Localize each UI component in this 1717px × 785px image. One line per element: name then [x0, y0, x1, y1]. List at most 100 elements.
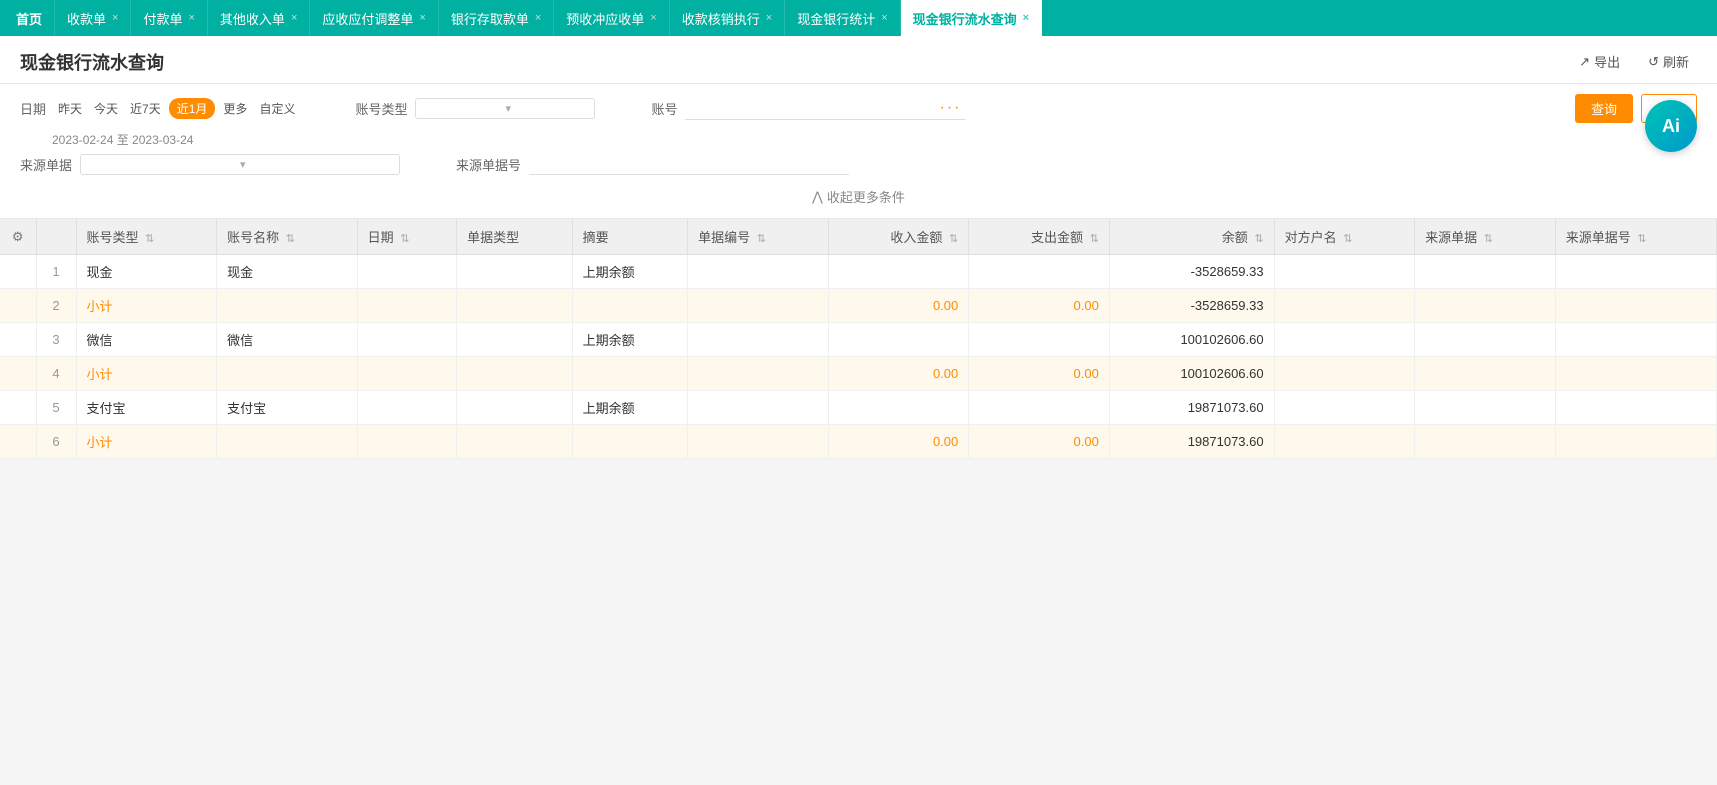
yesterday-btn[interactable]: 昨天: [54, 98, 86, 119]
source-doc-filter-group: 来源单据 ▾: [20, 154, 400, 175]
source-doc-chevron-icon: ▾: [240, 158, 391, 171]
td-doc-type: [457, 425, 573, 459]
filter-area: 日期 昨天 今天 近7天 近1月 更多 自定义 账号类型 ▾ 账号 ···: [0, 84, 1717, 219]
nav-item-tongji[interactable]: 现金银行统计 ×: [785, 0, 900, 36]
nav-item-shoukuan[interactable]: 收款单 ×: [55, 0, 131, 36]
td-doc-num: [688, 425, 829, 459]
td-expense: [969, 391, 1110, 425]
collapse-button[interactable]: ⋀ 收起更多条件: [812, 187, 905, 206]
nav-item-hexiao[interactable]: 收款核销执行 ×: [670, 0, 785, 36]
last1month-btn[interactable]: 近1月: [169, 98, 216, 119]
td-account-name: [217, 289, 358, 323]
table-header-row: ⚙ 账号类型 ⇅ 账号名称 ⇅ 日期 ⇅ 单据类型 摘要 单据编号 ⇅ 收入金额…: [0, 219, 1717, 255]
sort-icon: ⇅: [286, 233, 295, 245]
th-account-name[interactable]: 账号名称 ⇅: [217, 219, 358, 255]
td-expense: [969, 323, 1110, 357]
th-date[interactable]: 日期 ⇅: [357, 219, 456, 255]
td-balance: -3528659.33: [1109, 289, 1274, 323]
table-row: 5支付宝支付宝上期余额19871073.60: [0, 391, 1717, 425]
td-checkbox: [0, 323, 36, 357]
nav-item-home[interactable]: 首页: [4, 0, 55, 36]
close-icon[interactable]: ×: [188, 12, 194, 24]
sort-icon: ⇅: [949, 233, 958, 245]
more-btn[interactable]: 更多: [219, 98, 251, 119]
account-type-select[interactable]: ▾: [415, 98, 595, 119]
td-doc-num: [688, 357, 829, 391]
table-row: 6小计0.000.0019871073.60: [0, 425, 1717, 459]
td-balance: 100102606.60: [1109, 357, 1274, 391]
td-checkbox: [0, 391, 36, 425]
th-doc-num[interactable]: 单据编号 ⇅: [688, 219, 829, 255]
close-icon[interactable]: ×: [419, 12, 425, 24]
account-more-btn[interactable]: ···: [940, 99, 962, 117]
close-icon[interactable]: ×: [1023, 12, 1029, 24]
th-balance[interactable]: 余额 ⇅: [1109, 219, 1274, 255]
close-icon[interactable]: ×: [650, 12, 656, 24]
source-doc-num-input[interactable]: [533, 157, 845, 172]
td-source-doc: [1415, 289, 1556, 323]
td-source-doc: [1415, 425, 1556, 459]
last7days-btn[interactable]: 近7天: [126, 98, 165, 119]
query-button[interactable]: 查询: [1575, 94, 1633, 123]
td-counterparty: [1274, 357, 1415, 391]
td-source-doc: [1415, 391, 1556, 425]
td-account-name: [217, 425, 358, 459]
td-counterparty: [1274, 323, 1415, 357]
source-doc-num-filter-group: 来源单据号: [456, 155, 849, 175]
today-btn[interactable]: 今天: [90, 98, 122, 119]
th-expense[interactable]: 支出金额 ⇅: [969, 219, 1110, 255]
close-icon[interactable]: ×: [766, 12, 772, 24]
table-container: ⚙ 账号类型 ⇅ 账号名称 ⇅ 日期 ⇅ 单据类型 摘要 单据编号 ⇅ 收入金额…: [0, 219, 1717, 459]
custom-btn[interactable]: 自定义: [255, 98, 299, 119]
td-num: 1: [36, 255, 76, 289]
td-date: [357, 357, 456, 391]
close-icon[interactable]: ×: [535, 12, 541, 24]
nav-item-yushou[interactable]: 预收冲应收单 ×: [554, 0, 669, 36]
td-account-type: 小计: [76, 289, 217, 323]
source-doc-num-label: 来源单据号: [456, 155, 521, 174]
td-num: 4: [36, 357, 76, 391]
td-doc-num: [688, 323, 829, 357]
td-doc-type: [457, 357, 573, 391]
account-input[interactable]: [689, 101, 939, 116]
export-button[interactable]: ↗ 导出: [1571, 48, 1628, 75]
th-account-type[interactable]: 账号类型 ⇅: [76, 219, 217, 255]
nav-item-yingshouyingfu[interactable]: 应收应付调整单 ×: [310, 0, 438, 36]
td-counterparty: [1274, 425, 1415, 459]
close-icon[interactable]: ×: [112, 12, 118, 24]
td-source-doc: [1415, 357, 1556, 391]
th-income[interactable]: 收入金额 ⇅: [828, 219, 969, 255]
nav-item-fukuan[interactable]: 付款单 ×: [131, 0, 207, 36]
th-num: [36, 219, 76, 255]
td-checkbox: [0, 255, 36, 289]
td-doc-num: [688, 289, 829, 323]
nav-item-qitashouru[interactable]: 其他收入单 ×: [208, 0, 310, 36]
account-filter-group: 账号 ···: [651, 97, 965, 120]
ai-button[interactable]: Ai: [1645, 100, 1697, 152]
filter-row-1: 日期 昨天 今天 近7天 近1月 更多 自定义 账号类型 ▾ 账号 ···: [20, 94, 1697, 123]
th-source-doc[interactable]: 来源单据 ⇅: [1415, 219, 1556, 255]
nav-item-liushui[interactable]: 现金银行流水查询 ×: [901, 0, 1042, 36]
td-doc-type: [457, 289, 573, 323]
source-doc-select[interactable]: ▾: [80, 154, 400, 175]
th-counterparty[interactable]: 对方户名 ⇅: [1274, 219, 1415, 255]
refresh-button[interactable]: ↺ 刷新: [1640, 48, 1697, 75]
nav-yushou-label: 预收冲应收单: [566, 9, 644, 28]
close-icon[interactable]: ×: [881, 12, 887, 24]
td-account-name: [217, 357, 358, 391]
th-settings[interactable]: ⚙: [0, 219, 36, 255]
close-icon[interactable]: ×: [291, 12, 297, 24]
td-date: [357, 323, 456, 357]
td-balance: 19871073.60: [1109, 391, 1274, 425]
td-account-type: 支付宝: [76, 391, 217, 425]
td-expense: 0.00: [969, 289, 1110, 323]
account-label: 账号: [651, 99, 677, 118]
account-type-label: 账号类型: [355, 99, 407, 118]
nav-fukuan-label: 付款单: [143, 9, 182, 28]
td-income: 0.00: [828, 425, 969, 459]
td-source-doc-num: [1555, 323, 1716, 357]
th-source-doc-num[interactable]: 来源单据号 ⇅: [1555, 219, 1716, 255]
nav-item-yinhang[interactable]: 银行存取款单 ×: [439, 0, 554, 36]
td-source-doc: [1415, 255, 1556, 289]
td-source-doc: [1415, 323, 1556, 357]
